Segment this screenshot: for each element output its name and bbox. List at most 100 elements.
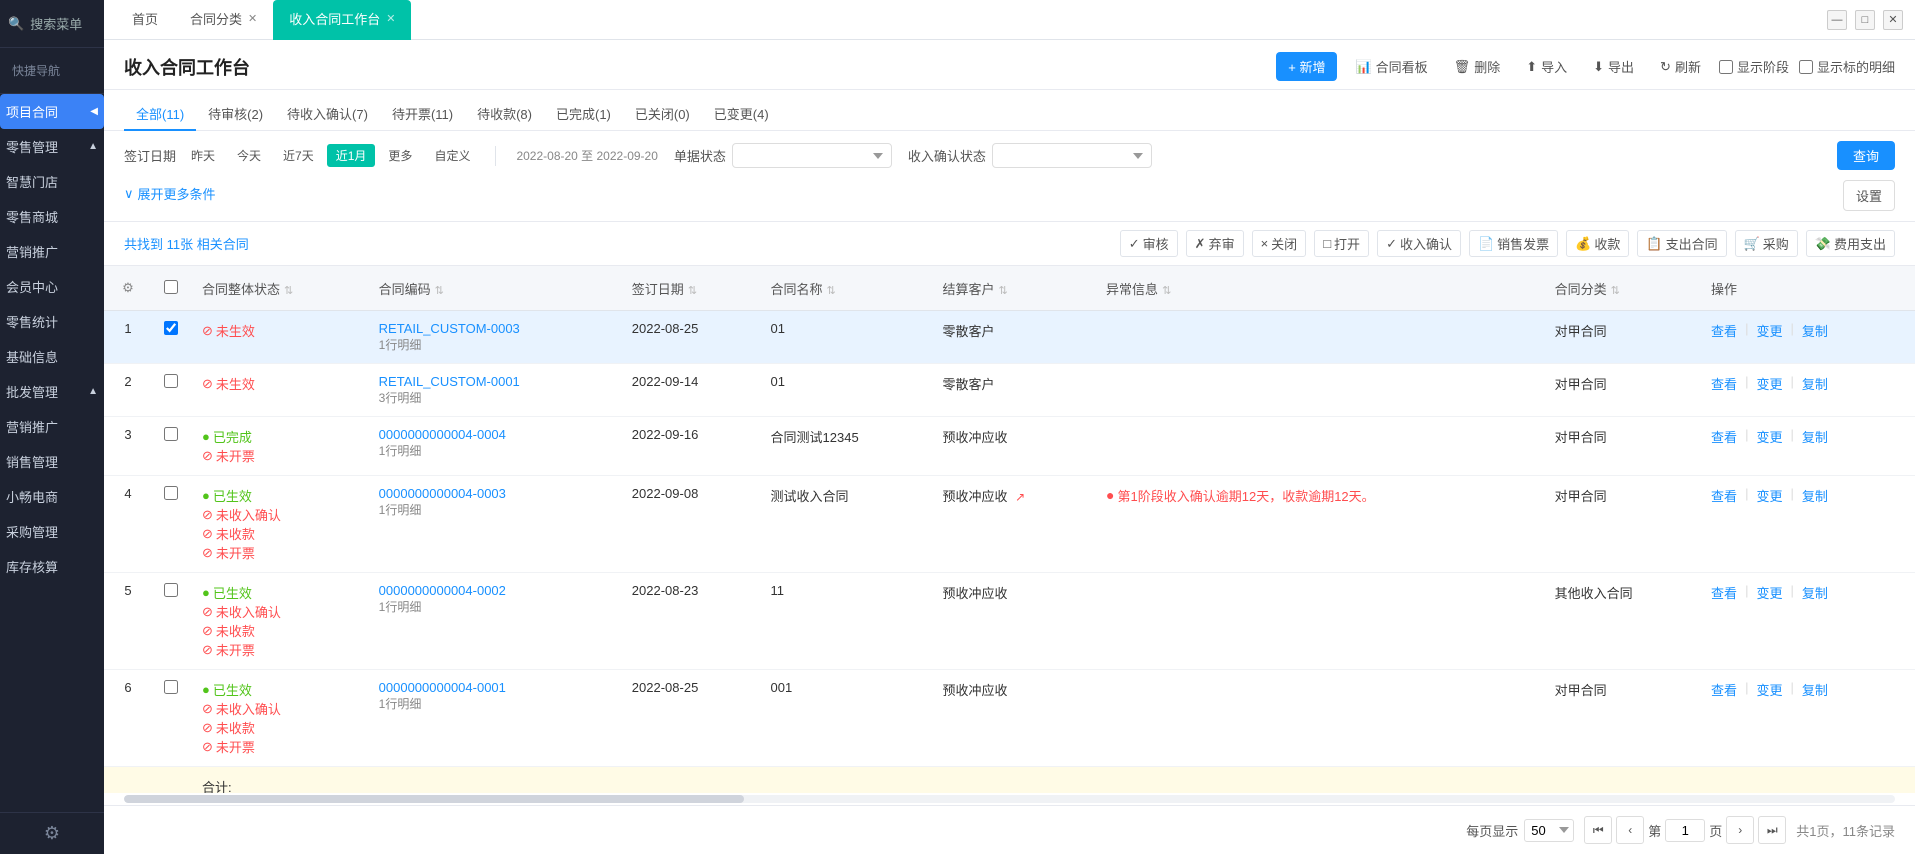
filter-tab-all[interactable]: 全部(11) <box>124 98 196 131</box>
custom-btn[interactable]: 自定义 <box>425 144 479 167</box>
refresh-button[interactable]: ↻ 刷新 <box>1652 53 1709 80</box>
more-btn[interactable]: 更多 <box>379 144 421 167</box>
sidebar-item-xiaowei[interactable]: 小畅电商 <box>0 479 104 514</box>
settings-button[interactable]: 设置 <box>1843 180 1895 211</box>
table-action-purchase[interactable]: 🛒采购 <box>1735 230 1798 257</box>
page-number-input[interactable] <box>1665 819 1705 842</box>
table-action-review[interactable]: ✓审核 <box>1120 230 1178 257</box>
sidebar-item-marketing2[interactable]: 营销推广 <box>0 409 104 444</box>
copy-btn[interactable]: 复制 <box>1802 321 1828 340</box>
close-button[interactable]: ✕ <box>1883 10 1903 30</box>
view-btn[interactable]: 查看 <box>1711 486 1737 505</box>
show-fields-input[interactable] <box>1719 60 1733 74</box>
contract-code-link[interactable]: 0000000000004-0001 <box>379 680 608 695</box>
table-action-expense_contract[interactable]: 📋支出合同 <box>1637 230 1726 257</box>
sidebar-item-inventory[interactable]: 库存核算 <box>0 549 104 584</box>
copy-btn[interactable]: 复制 <box>1802 680 1828 699</box>
today-btn[interactable]: 今天 <box>228 144 270 167</box>
maximize-button[interactable]: □ <box>1855 10 1875 30</box>
row-checkbox-3[interactable] <box>164 486 178 500</box>
filter-tab-completed[interactable]: 已完成(1) <box>544 98 623 131</box>
tab-contract_category[interactable]: 合同分类✕ <box>174 0 273 40</box>
filter-tab-changed[interactable]: 已变更(4) <box>702 98 781 131</box>
sidebar-item-online_store[interactable]: 零售商城 <box>0 199 104 234</box>
new-button[interactable]: + 新增 <box>1276 52 1337 81</box>
show-details-checkbox[interactable]: 显示标的明细 <box>1799 57 1895 76</box>
last1month-btn[interactable]: 近1月 <box>327 144 376 167</box>
table-action-close[interactable]: ×关闭 <box>1252 230 1307 257</box>
edit-btn[interactable]: 变更 <box>1756 680 1782 699</box>
show-fields-checkbox[interactable]: 显示阶段 <box>1719 57 1789 76</box>
row-checkbox-2[interactable] <box>164 427 178 441</box>
filter-tab-pending_review[interactable]: 待审核(2) <box>196 98 275 131</box>
sidebar-search[interactable]: 🔍 搜索菜单 <box>0 0 104 48</box>
settings-icon[interactable]: ⚙ <box>44 823 60 844</box>
contract-code-link[interactable]: RETAIL_CUSTOM-0001 <box>379 374 608 389</box>
doc-status-select[interactable] <box>732 143 892 168</box>
view-btn[interactable]: 查看 <box>1711 583 1737 602</box>
sidebar-item-retail_stat[interactable]: 零售统计 <box>0 304 104 339</box>
table-action-open[interactable]: □打开 <box>1314 230 1369 257</box>
row-checkbox-5[interactable] <box>164 680 178 694</box>
query-button[interactable]: 查询 <box>1837 141 1895 170</box>
next-page-btn[interactable]: › <box>1726 816 1754 844</box>
copy-btn[interactable]: 复制 <box>1802 486 1828 505</box>
select-all-checkbox[interactable] <box>164 280 178 294</box>
contract-code-link[interactable]: 0000000000004-0003 <box>379 486 608 501</box>
view-btn[interactable]: 查看 <box>1711 427 1737 446</box>
delete-button[interactable]: 🗑 删除 <box>1446 53 1509 80</box>
table-action-collection[interactable]: 💰收款 <box>1566 230 1629 257</box>
page-size-select[interactable]: 50 10 20 100 <box>1524 819 1574 842</box>
sidebar-item-wholesale[interactable]: 批发管理▲ <box>0 374 104 409</box>
edit-btn[interactable]: 变更 <box>1756 321 1782 340</box>
edit-btn[interactable]: 变更 <box>1756 486 1782 505</box>
minimize-button[interactable]: — <box>1827 10 1847 30</box>
edit-btn[interactable]: 变更 <box>1756 427 1782 446</box>
sidebar-item-sales_mgmt[interactable]: 销售管理 <box>0 444 104 479</box>
contract-code-link[interactable]: RETAIL_CUSTOM-0003 <box>379 321 608 336</box>
income-confirm-select[interactable] <box>992 143 1152 168</box>
table-action-abandon[interactable]: ✗弃审 <box>1186 230 1244 257</box>
show-details-input[interactable] <box>1799 60 1813 74</box>
filter-tab-pending_confirm[interactable]: 待收入确认(7) <box>275 98 380 131</box>
export-button[interactable]: ⬇ 导出 <box>1585 53 1642 80</box>
kanban-button[interactable]: 📊 合同看板 <box>1347 53 1435 80</box>
row-checkbox-0[interactable] <box>164 321 178 335</box>
contract-code-link[interactable]: 0000000000004-0002 <box>379 583 608 598</box>
table-action-sales_invoice[interactable]: 📄销售发票 <box>1469 230 1558 257</box>
import-button[interactable]: ⬆ 导入 <box>1518 53 1575 80</box>
copy-btn[interactable]: 复制 <box>1802 374 1828 393</box>
yesterday-btn[interactable]: 昨天 <box>182 144 224 167</box>
prev-page-btn[interactable]: ‹ <box>1616 816 1644 844</box>
sidebar-item-project[interactable]: 项目合同◀ <box>0 94 104 129</box>
sidebar-item-purchase[interactable]: 采购管理 <box>0 514 104 549</box>
expand-more-btn[interactable]: ∨ 展开更多条件 <box>124 176 216 211</box>
contract-code-link[interactable]: 0000000000004-0004 <box>379 427 608 442</box>
copy-btn[interactable]: 复制 <box>1802 427 1828 446</box>
view-btn[interactable]: 查看 <box>1711 680 1737 699</box>
filter-tab-pending_invoice[interactable]: 待开票(11) <box>380 98 465 131</box>
row-checkbox-4[interactable] <box>164 583 178 597</box>
view-btn[interactable]: 查看 <box>1711 321 1737 340</box>
filter-tab-pending_payment[interactable]: 待收款(8) <box>465 98 544 131</box>
sidebar-item-member[interactable]: 会员中心 <box>0 269 104 304</box>
table-action-expense_output[interactable]: 💸费用支出 <box>1806 230 1895 257</box>
filter-tab-closed[interactable]: 已关闭(0) <box>623 98 702 131</box>
tab-close-income_workbench[interactable]: ✕ <box>386 12 395 25</box>
table-action-income_confirm[interactable]: ✓收入确认 <box>1377 230 1461 257</box>
column-settings-icon[interactable]: ⚙ <box>116 276 140 300</box>
row-checkbox-1[interactable] <box>164 374 178 388</box>
tab-close-contract_category[interactable]: ✕ <box>248 12 257 25</box>
edit-btn[interactable]: 变更 <box>1756 374 1782 393</box>
last7days-btn[interactable]: 近7天 <box>274 144 323 167</box>
sidebar-item-smart_store[interactable]: 智慧门店 <box>0 164 104 199</box>
tab-home[interactable]: 首页 <box>116 0 174 40</box>
first-page-btn[interactable]: ⏮ <box>1584 816 1612 844</box>
last-page-btn[interactable]: ⏭ <box>1758 816 1786 844</box>
sidebar-item-marketing[interactable]: 营销推广 <box>0 234 104 269</box>
copy-btn[interactable]: 复制 <box>1802 583 1828 602</box>
sidebar-item-retail[interactable]: 零售管理▲ <box>0 129 104 164</box>
view-btn[interactable]: 查看 <box>1711 374 1737 393</box>
tab-income_workbench[interactable]: 收入合同工作台✕ <box>273 0 411 40</box>
sidebar-item-basic_info[interactable]: 基础信息 <box>0 339 104 374</box>
